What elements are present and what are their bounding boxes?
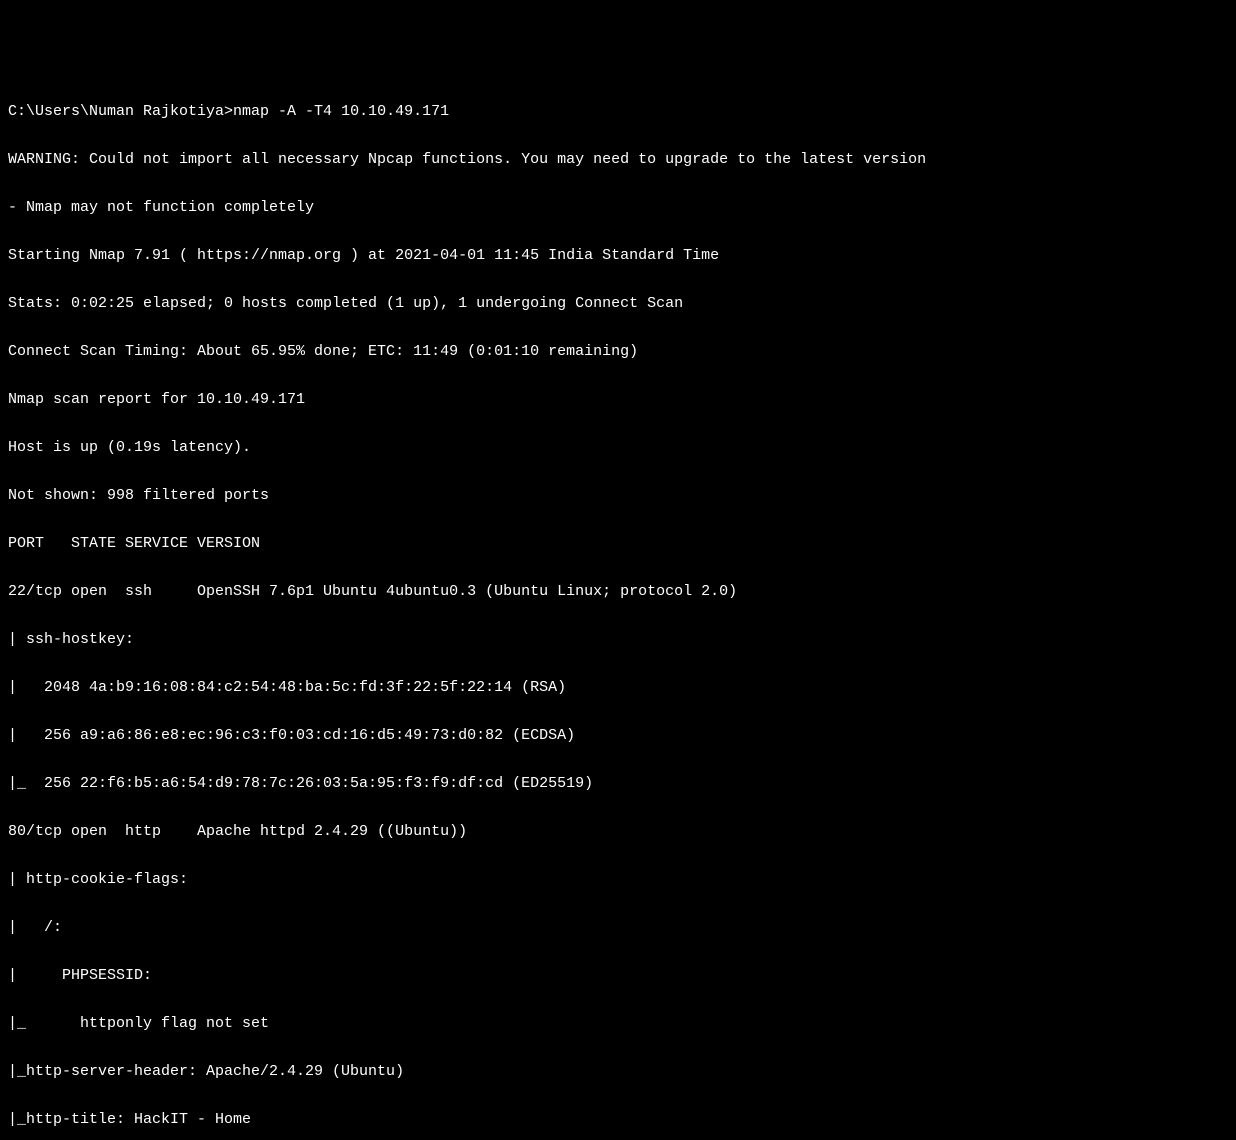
- output-host-up: Host is up (0.19s latency).: [8, 436, 1228, 460]
- output-cookie-flags: | http-cookie-flags:: [8, 868, 1228, 892]
- output-warning-2: - Nmap may not function completely: [8, 196, 1228, 220]
- output-starting: Starting Nmap 7.91 ( https://nmap.org ) …: [8, 244, 1228, 268]
- output-ed25519-key: |_ 256 22:f6:b5:a6:54:d9:78:7c:26:03:5a:…: [8, 772, 1228, 796]
- command-input[interactable]: nmap -A -T4 10.10.49.171: [233, 103, 449, 120]
- output-port-22: 22/tcp open ssh OpenSSH 7.6p1 Ubuntu 4ub…: [8, 580, 1228, 604]
- output-scan-report: Nmap scan report for 10.10.49.171: [8, 388, 1228, 412]
- output-phpsessid: | PHPSESSID:: [8, 964, 1228, 988]
- output-ecdsa-key: | 256 a9:a6:86:e8:ec:96:c3:f0:03:cd:16:d…: [8, 724, 1228, 748]
- output-server-header: |_http-server-header: Apache/2.4.29 (Ubu…: [8, 1060, 1228, 1084]
- output-scan-timing: Connect Scan Timing: About 65.95% done; …: [8, 340, 1228, 364]
- output-stats: Stats: 0:02:25 elapsed; 0 hosts complete…: [8, 292, 1228, 316]
- output-httponly: |_ httponly flag not set: [8, 1012, 1228, 1036]
- output-http-title: |_http-title: HackIT - Home: [8, 1108, 1228, 1132]
- output-ssh-hostkey: | ssh-hostkey:: [8, 628, 1228, 652]
- output-header: PORT STATE SERVICE VERSION: [8, 532, 1228, 556]
- output-port-80: 80/tcp open http Apache httpd 2.4.29 ((U…: [8, 820, 1228, 844]
- output-warning-1: WARNING: Could not import all necessary …: [8, 148, 1228, 172]
- output-not-shown: Not shown: 998 filtered ports: [8, 484, 1228, 508]
- prompt: C:\Users\Numan Rajkotiya>: [8, 103, 233, 120]
- output-cookie-path: | /:: [8, 916, 1228, 940]
- output-rsa-key: | 2048 4a:b9:16:08:84:c2:54:48:ba:5c:fd:…: [8, 676, 1228, 700]
- command-line[interactable]: C:\Users\Numan Rajkotiya>nmap -A -T4 10.…: [8, 100, 1228, 124]
